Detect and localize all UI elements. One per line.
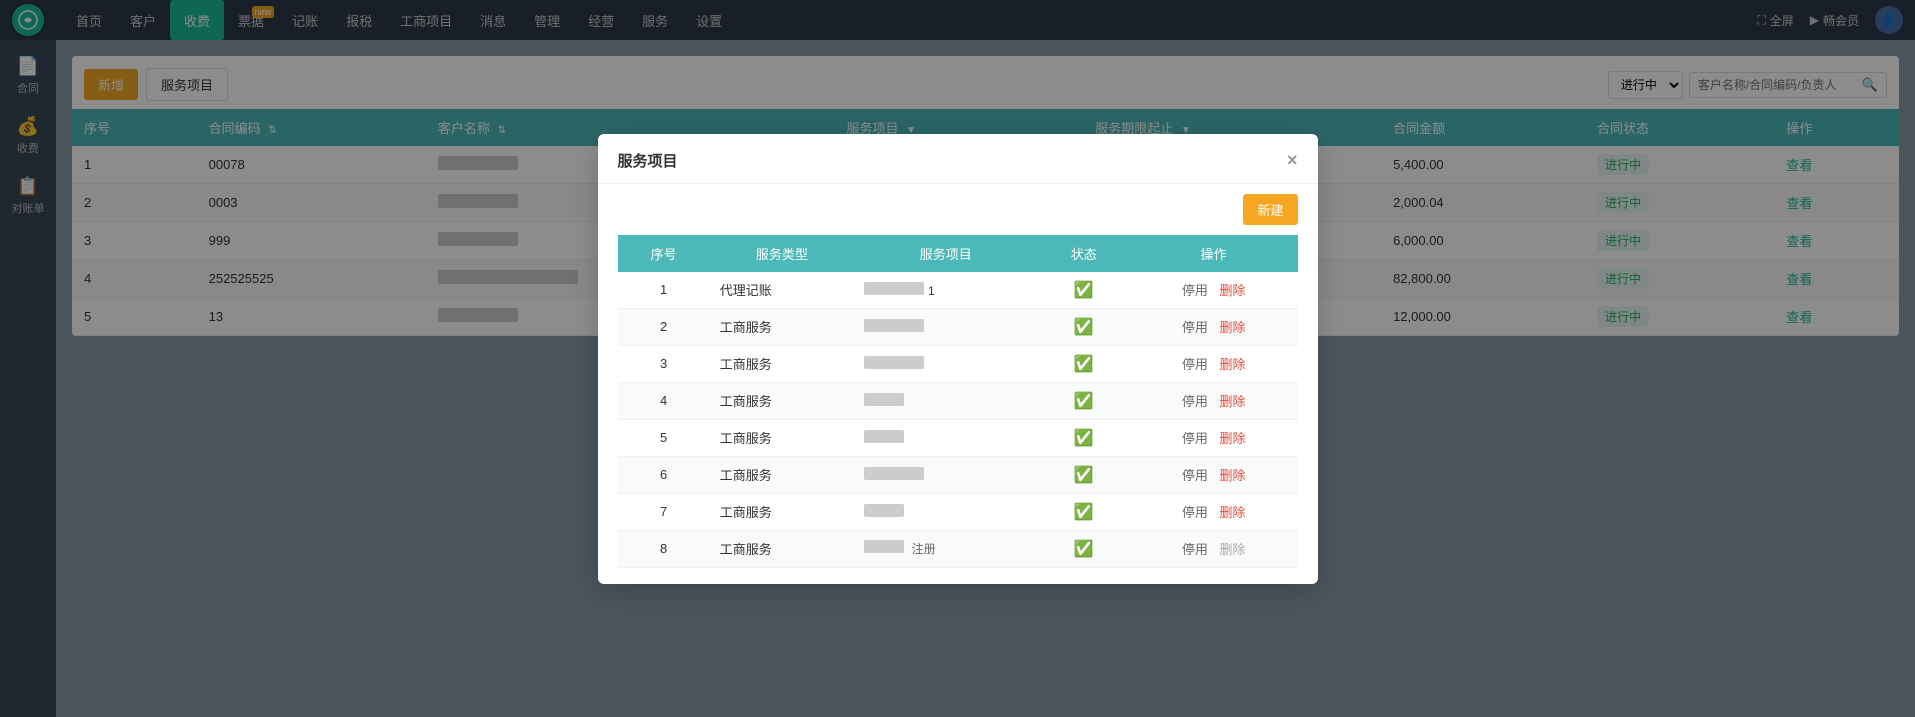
status-active-icon: ✅: [1074, 393, 1094, 410]
modal-table-body: 1 代理记账 1 ✅ 停用 删除 2 工商服务: [618, 272, 1298, 568]
modal-col-item: 服务项目: [854, 235, 1038, 272]
status-active-icon: ✅: [1074, 430, 1094, 447]
stop-button[interactable]: 停用: [1182, 468, 1208, 483]
status-active-icon: ✅: [1074, 319, 1094, 336]
modal-cell-actions: 停用 删除: [1130, 308, 1298, 345]
modal-cell-seq: 5: [618, 419, 710, 456]
modal-cell-type: 工商服务: [710, 493, 854, 530]
stop-button[interactable]: 停用: [1182, 431, 1208, 446]
service-items-table: 序号 服务类型 服务项目 状态 操作 1 代理记账 1 ✅: [618, 235, 1298, 568]
modal-col-status: 状态: [1038, 235, 1130, 272]
modal-cell-item: [854, 345, 1038, 382]
list-item: 3 工商服务 ✅ 停用 删除: [618, 345, 1298, 382]
stop-button[interactable]: 停用: [1182, 542, 1208, 557]
modal-col-action: 操作: [1130, 235, 1298, 272]
list-item: 8 工商服务 注册 ✅ 停用 删除: [618, 530, 1298, 567]
modal-cell-status: ✅: [1038, 272, 1130, 309]
modal-cell-item: 1: [854, 272, 1038, 309]
modal-cell-seq: 1: [618, 272, 710, 309]
modal-cell-type: 工商服务: [710, 382, 854, 419]
list-item: 5 工商服务 ✅ 停用 删除: [618, 419, 1298, 456]
modal-cell-actions: 停用 删除: [1130, 272, 1298, 309]
modal-cell-actions: 停用 删除: [1130, 493, 1298, 530]
modal-cell-type: 代理记账: [710, 272, 854, 309]
modal-col-seq: 序号: [618, 235, 710, 272]
modal-cell-seq: 3: [618, 345, 710, 382]
modal-cell-actions: 停用 删除: [1130, 456, 1298, 493]
modal-cell-type: 工商服务: [710, 345, 854, 382]
stop-button[interactable]: 停用: [1182, 357, 1208, 372]
modal-cell-seq: 8: [618, 530, 710, 567]
modal-toolbar: 新建: [598, 184, 1318, 235]
stop-button[interactable]: 停用: [1182, 505, 1208, 520]
delete-button[interactable]: 删除: [1219, 394, 1245, 409]
list-item: 4 工商服务 ✅ 停用 删除: [618, 382, 1298, 419]
modal-col-type: 服务类型: [710, 235, 854, 272]
modal-cell-item: [854, 308, 1038, 345]
modal-cell-item: 注册: [854, 530, 1038, 567]
modal-cell-status: ✅: [1038, 308, 1130, 345]
modal-close-button[interactable]: ×: [1287, 151, 1298, 169]
modal-cell-seq: 6: [618, 456, 710, 493]
stop-button[interactable]: 停用: [1182, 283, 1208, 298]
modal-header: 服务项目 ×: [598, 134, 1318, 184]
status-active-icon: ✅: [1074, 356, 1094, 373]
modal-cell-actions: 停用 删除: [1130, 382, 1298, 419]
delete-button[interactable]: 删除: [1219, 468, 1245, 483]
modal-body: 序号 服务类型 服务项目 状态 操作 1 代理记账 1 ✅: [598, 235, 1318, 584]
modal-cell-actions: 停用 删除: [1130, 530, 1298, 567]
service-items-modal: 服务项目 × 新建 序号 服务类型 服务项目 状态 操作: [598, 134, 1318, 584]
modal-cell-status: ✅: [1038, 493, 1130, 530]
delete-button[interactable]: 删除: [1219, 431, 1245, 446]
list-item: 1 代理记账 1 ✅ 停用 删除: [618, 272, 1298, 309]
modal-overlay[interactable]: 服务项目 × 新建 序号 服务类型 服务项目 状态 操作: [0, 0, 1915, 717]
delete-button[interactable]: 删除: [1219, 505, 1245, 520]
list-item: 2 工商服务 ✅ 停用 删除: [618, 308, 1298, 345]
modal-cell-item: [854, 382, 1038, 419]
modal-cell-type: 工商服务: [710, 419, 854, 456]
modal-cell-status: ✅: [1038, 530, 1130, 567]
list-item: 7 工商服务 ✅ 停用 删除: [618, 493, 1298, 530]
list-item: 6 工商服务 ✅ 停用 删除: [618, 456, 1298, 493]
modal-table-header: 序号 服务类型 服务项目 状态 操作: [618, 235, 1298, 272]
stop-button[interactable]: 停用: [1182, 394, 1208, 409]
status-active-icon: ✅: [1074, 467, 1094, 484]
modal-cell-item: [854, 493, 1038, 530]
delete-button[interactable]: 删除: [1219, 320, 1245, 335]
status-active-icon: ✅: [1074, 504, 1094, 521]
modal-cell-status: ✅: [1038, 456, 1130, 493]
modal-cell-status: ✅: [1038, 419, 1130, 456]
modal-cell-item: [854, 419, 1038, 456]
modal-cell-type: 工商服务: [710, 530, 854, 567]
delete-button[interactable]: 删除: [1219, 283, 1245, 298]
modal-cell-actions: 停用 删除: [1130, 345, 1298, 382]
modal-cell-seq: 7: [618, 493, 710, 530]
modal-cell-actions: 停用 删除: [1130, 419, 1298, 456]
modal-cell-seq: 2: [618, 308, 710, 345]
status-active-icon: ✅: [1074, 541, 1094, 558]
modal-cell-item: [854, 456, 1038, 493]
status-active-icon: ✅: [1074, 282, 1094, 299]
modal-title: 服务项目: [618, 150, 678, 171]
modal-cell-status: ✅: [1038, 382, 1130, 419]
delete-button[interactable]: 删除: [1219, 542, 1245, 557]
delete-button[interactable]: 删除: [1219, 357, 1245, 372]
modal-cell-status: ✅: [1038, 345, 1130, 382]
modal-cell-type: 工商服务: [710, 308, 854, 345]
modal-new-button[interactable]: 新建: [1243, 194, 1297, 225]
modal-cell-seq: 4: [618, 382, 710, 419]
modal-cell-type: 工商服务: [710, 456, 854, 493]
stop-button[interactable]: 停用: [1182, 320, 1208, 335]
